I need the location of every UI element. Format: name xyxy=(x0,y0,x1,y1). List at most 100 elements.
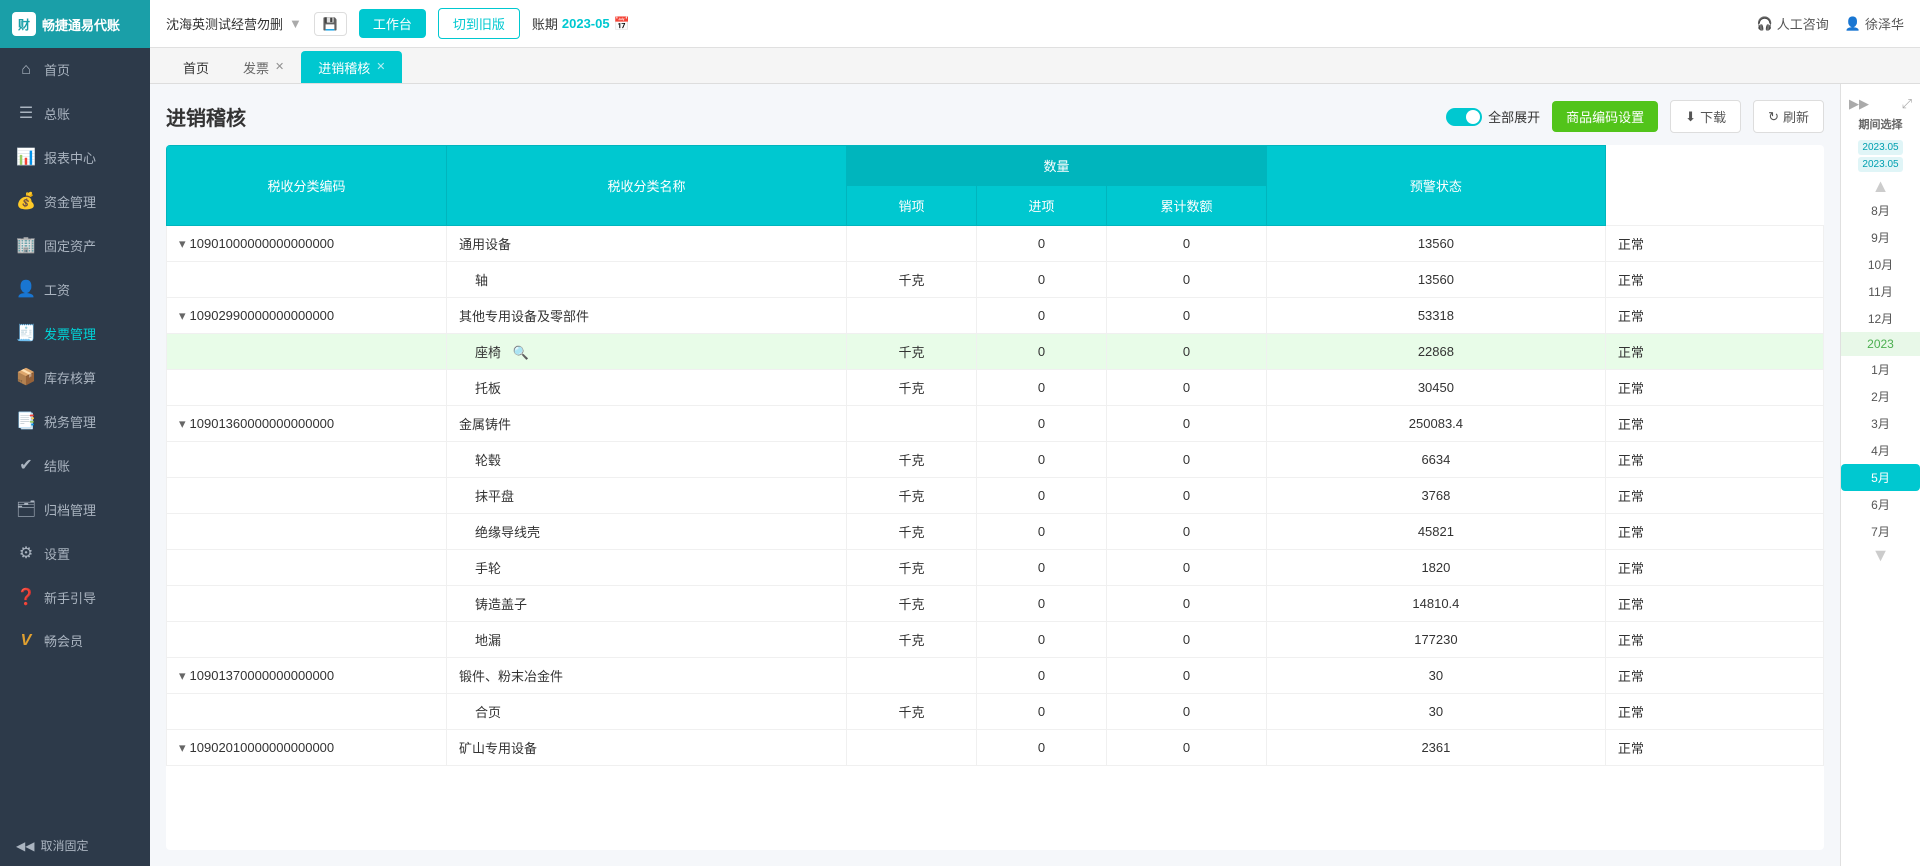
tab-invoice[interactable]: 发票 ✕ xyxy=(226,51,301,83)
cell-tax-code xyxy=(167,514,447,550)
data-table-wrap: 税收分类编码 税收分类名称 数量 预警状态 销项 进项 累计数额 ▾109010… xyxy=(166,145,1824,850)
cell-tax-name: 合页 xyxy=(447,694,847,730)
sidebar-label-home: 首页 xyxy=(44,60,70,79)
sidebar-item-tax[interactable]: 📑 税务管理 xyxy=(0,399,150,443)
sidebar-label-assets: 固定资产 xyxy=(44,236,96,255)
period-month-item[interactable]: 1月 xyxy=(1841,356,1920,383)
expand-toggle[interactable] xyxy=(1446,108,1482,126)
sidebar-item-invoice[interactable]: 🧾 发票管理 xyxy=(0,311,150,355)
cell-status: 正常 xyxy=(1605,262,1823,298)
sidebar-item-archive[interactable]: 🗂 归档管理 xyxy=(0,487,150,531)
cell-purchase: 0 xyxy=(1107,658,1267,694)
tab-invoice-label: 发票 xyxy=(243,58,269,77)
cell-tax-code xyxy=(167,550,447,586)
expand-icon[interactable]: ▾ xyxy=(179,308,186,323)
right-panel: ▶▶ ⤢ 期间选择 2023.05 2023.05 ▲ 8月9月10月11月12… xyxy=(1840,84,1920,866)
period-month-item[interactable]: 7月 xyxy=(1841,518,1920,545)
download-icon: ⬇ xyxy=(1685,109,1696,125)
period-month-item[interactable]: 2023 xyxy=(1841,332,1920,356)
support-button[interactable]: 🎧 人工咨询 xyxy=(1757,14,1829,33)
cell-unit: 千克 xyxy=(847,370,977,406)
expand-icon[interactable]: ▾ xyxy=(179,416,186,431)
cell-status: 正常 xyxy=(1605,658,1823,694)
period-badge-2: 2023.05 xyxy=(1858,157,1902,172)
tax-icon: 📑 xyxy=(16,411,36,431)
panel-down-arrow[interactable]: ▼ xyxy=(1841,545,1920,566)
cell-status: 正常 xyxy=(1605,334,1823,370)
cell-sales: 0 xyxy=(977,406,1107,442)
cell-tax-code: ▾10902010000000000000 xyxy=(167,730,447,766)
search-icon[interactable]: 🔍 xyxy=(513,345,529,360)
period-month-item[interactable]: 8月 xyxy=(1841,197,1920,224)
cell-total: 13560 xyxy=(1267,226,1606,262)
cell-tax-name: 其他专用设备及零部件 xyxy=(447,298,847,334)
page-main: 进销稽核 全部展开 商品编码设置 ⬇ 下载 ↻ 刷新 xyxy=(150,84,1840,866)
cell-total: 30450 xyxy=(1267,370,1606,406)
panel-maximize-icon[interactable]: ⤢ xyxy=(1902,96,1912,112)
period-month-item[interactable]: 6月 xyxy=(1841,491,1920,518)
download-label: 下载 xyxy=(1700,107,1726,126)
period-month-item[interactable]: 4月 xyxy=(1841,437,1920,464)
cell-tax-name: 轴 xyxy=(447,262,847,298)
cell-unit: 千克 xyxy=(847,550,977,586)
period-month-item[interactable]: 2月 xyxy=(1841,383,1920,410)
cell-unit xyxy=(847,730,977,766)
download-button[interactable]: ⬇ 下载 xyxy=(1670,100,1741,133)
cell-sales: 0 xyxy=(977,586,1107,622)
cell-tax-code: ▾10901000000000000000 xyxy=(167,226,447,262)
cell-tax-code xyxy=(167,478,447,514)
tab-invoice-close[interactable]: ✕ xyxy=(275,62,284,73)
cell-purchase: 0 xyxy=(1107,370,1267,406)
panel-collapse-icon[interactable]: ▶▶ xyxy=(1849,96,1869,112)
period-month-item[interactable]: 12月 xyxy=(1841,305,1920,332)
sidebar-item-member[interactable]: V 畅会员 xyxy=(0,619,150,662)
cell-status: 正常 xyxy=(1605,298,1823,334)
sidebar-item-settle[interactable]: ✔ 结账 xyxy=(0,443,150,487)
refresh-button[interactable]: ↻ 刷新 xyxy=(1753,100,1824,133)
expand-icon[interactable]: ▾ xyxy=(179,236,186,251)
sidebar-item-salary[interactable]: 👤 工资 xyxy=(0,267,150,311)
table-row: 绝缘导线壳千克0045821正常 xyxy=(167,514,1824,550)
page-area: 进销稽核 全部展开 商品编码设置 ⬇ 下载 ↻ 刷新 xyxy=(150,84,1920,866)
sidebar-item-ledger[interactable]: ☰ 总账 xyxy=(0,91,150,135)
cell-purchase: 0 xyxy=(1107,694,1267,730)
sidebar-item-reports[interactable]: 📊 报表中心 xyxy=(0,135,150,179)
sidebar-item-home[interactable]: ⌂ 首页 xyxy=(0,48,150,91)
sidebar-item-guide[interactable]: ❓ 新手引导 xyxy=(0,575,150,619)
tab-home[interactable]: 首页 xyxy=(166,51,226,83)
period-month-item[interactable]: 3月 xyxy=(1841,410,1920,437)
panel-up-arrow[interactable]: ▲ xyxy=(1841,176,1920,197)
save-draft-button[interactable]: 💾 xyxy=(314,12,347,36)
period-month-item[interactable]: 9月 xyxy=(1841,224,1920,251)
cell-total: 177230 xyxy=(1267,622,1606,658)
cell-sales: 0 xyxy=(977,478,1107,514)
sidebar-item-assets[interactable]: 🏢 固定资产 xyxy=(0,223,150,267)
month-list: 8月9月10月11月12月20231月2月3月4月5月6月7月 xyxy=(1841,197,1920,545)
product-code-button[interactable]: 商品编码设置 xyxy=(1552,101,1658,132)
sidebar-item-funds[interactable]: 💰 资金管理 xyxy=(0,179,150,223)
expand-icon[interactable]: ▾ xyxy=(179,668,186,683)
period-month-item[interactable]: 10月 xyxy=(1841,251,1920,278)
cell-tax-code xyxy=(167,370,447,406)
sidebar-item-inventory[interactable]: 📦 库存核算 xyxy=(0,355,150,399)
cell-total: 30 xyxy=(1267,694,1606,730)
tab-reconcile[interactable]: 进销稽核 ✕ xyxy=(301,51,402,83)
calendar-icon[interactable]: 📅 xyxy=(614,16,630,32)
inventory-icon: 📦 xyxy=(16,367,36,387)
switch-version-button[interactable]: 切到旧版 xyxy=(438,8,520,39)
th-sales: 销项 xyxy=(847,186,977,226)
period-month-item[interactable]: 5月 xyxy=(1841,464,1920,491)
period-month-item[interactable]: 11月 xyxy=(1841,278,1920,305)
company-selector[interactable]: 沈海英测试经营勿删 ▼ xyxy=(166,14,302,33)
invoice-icon: 🧾 xyxy=(16,323,36,343)
tab-reconcile-close[interactable]: ✕ xyxy=(376,62,385,73)
sidebar-unpin[interactable]: ◀◀ 取消固定 xyxy=(0,825,150,866)
workbench-button[interactable]: 工作台 xyxy=(359,9,426,38)
cell-sales: 0 xyxy=(977,334,1107,370)
cell-unit xyxy=(847,298,977,334)
expand-toggle-wrap: 全部展开 xyxy=(1446,107,1540,126)
sidebar-item-settings[interactable]: ⚙ 设置 xyxy=(0,531,150,575)
cell-tax-code xyxy=(167,586,447,622)
user-menu[interactable]: 👤 徐泽华 xyxy=(1845,14,1904,33)
expand-icon[interactable]: ▾ xyxy=(179,740,186,755)
